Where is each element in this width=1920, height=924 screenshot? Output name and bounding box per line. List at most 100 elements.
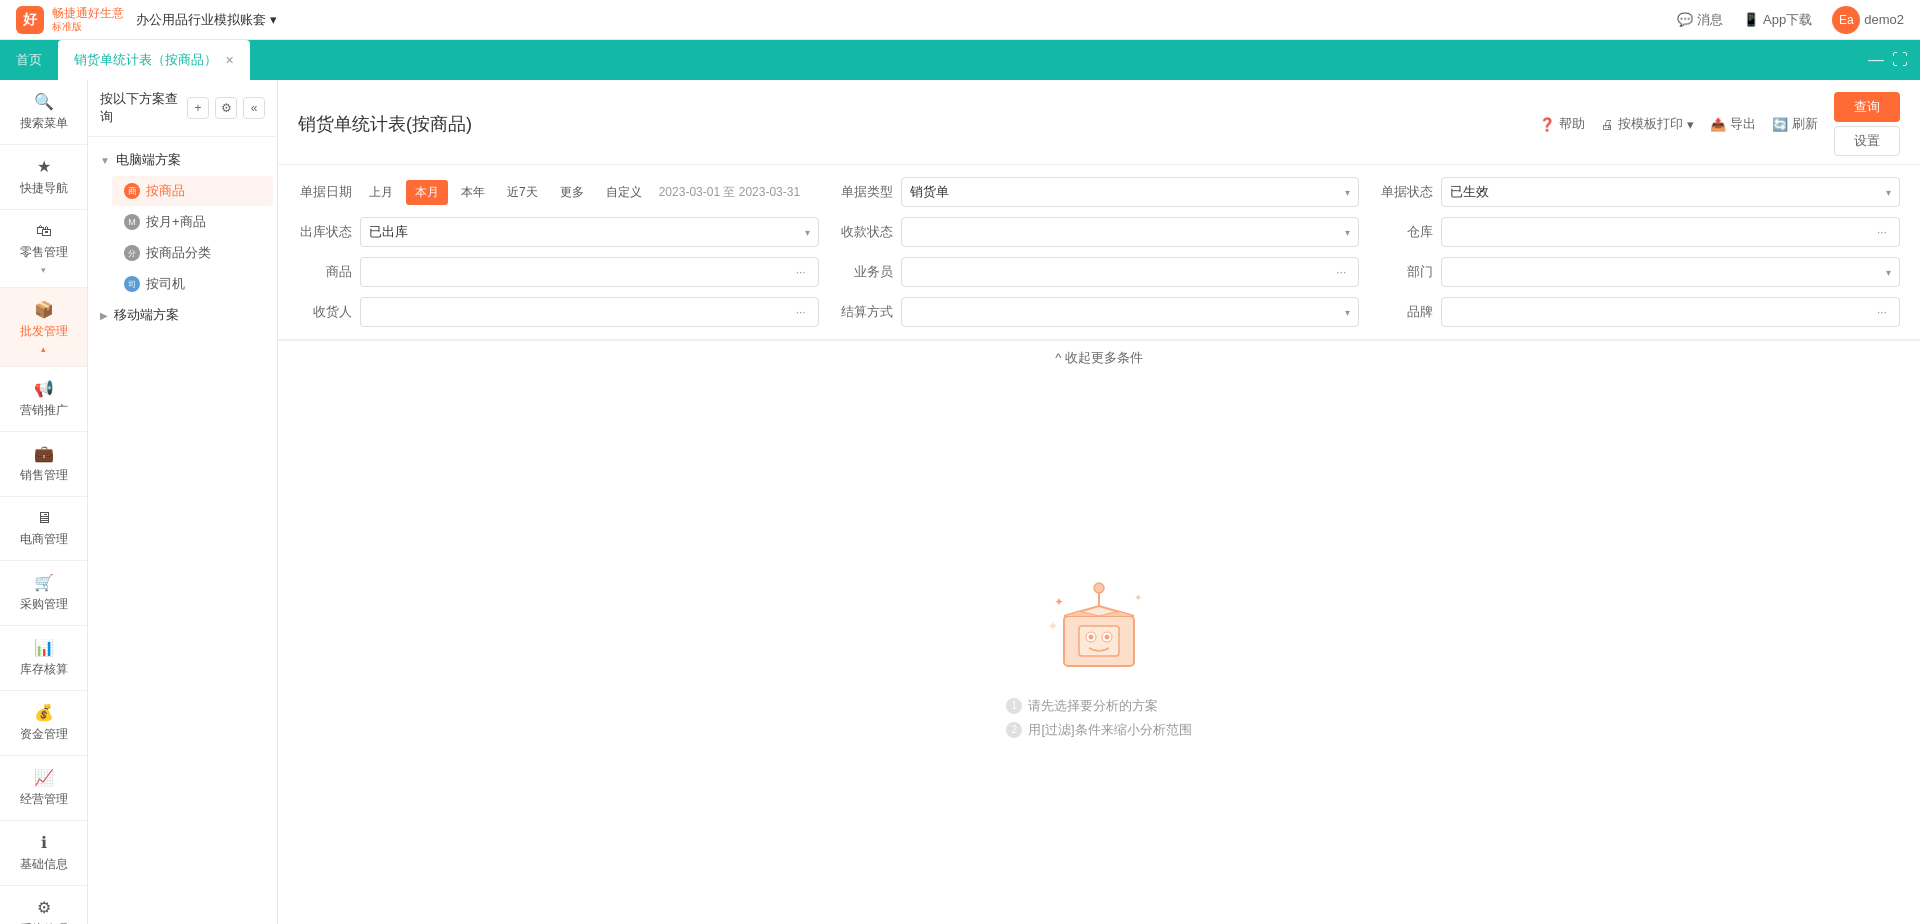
star-icon: ★ [37,157,51,176]
tree-child-by-cashier[interactable]: 司 按司机 [112,269,273,299]
scheme-edit-btn[interactable]: ⚙ [215,97,237,119]
date-btn-custom[interactable]: 自定义 [597,180,651,205]
message-icon: 💬 [1677,12,1693,27]
help-btn[interactable]: ❓ 帮助 [1539,115,1585,133]
sidebar-item-inventory[interactable]: 📊 库存核算 [0,626,87,691]
empty-tips: 1 请先选择要分析的方案 2 用[过滤]条件来缩小分析范围 [1006,697,1191,739]
user-profile-btn[interactable]: Ea demo2 [1832,6,1904,34]
svg-point-4 [1089,634,1094,639]
svg-text:✦: ✦ [1054,595,1064,609]
template-print-btn[interactable]: 🖨 按模板打印 ▾ [1601,115,1694,133]
salesman-more-icon[interactable]: ··· [1332,265,1350,279]
filter-item-goods: 商品 ··· [298,257,819,287]
out-status-arrow-icon: ▾ [805,227,810,238]
receiver-select[interactable]: ··· [360,297,819,327]
tree-child-by-month-goods[interactable]: M 按月+商品 [112,207,273,237]
warehouse-more-icon[interactable]: ··· [1873,225,1891,239]
sidebar-item-finance[interactable]: 💰 资金管理 [0,691,87,756]
empty-state: ✦ ✦ ✦ 1 请先选择要分析的方案 2 用[过滤]条件来缩小分析范围 [278,375,1920,924]
settlement-arrow-icon: ▾ [1345,307,1350,318]
sidebar-item-sales[interactable]: 💼 销售管理 [0,432,87,497]
goods-more-icon[interactable]: ··· [792,265,810,279]
tab-actions: — ⛶ [1856,51,1920,69]
refresh-btn[interactable]: 🔄 刷新 [1772,115,1818,133]
status-select[interactable]: 已生效 ▾ [1441,177,1900,207]
scheme-collapse-btn[interactable]: « [243,97,265,119]
date-btn-last-month[interactable]: 上月 [360,180,402,205]
filter-item-date: 单据日期 上月 本月 本年 近7天 更多 自定义 2023-03-01 至 20… [298,180,819,205]
filter-item-warehouse: 仓库 ··· [1379,217,1900,247]
sidebar-item-basic[interactable]: ℹ 基础信息 [0,821,87,886]
tip-num-1: 1 [1006,698,1022,714]
sidebar-item-wholesale[interactable]: 📦 批发管理 ▴ [0,288,87,367]
marketing-icon: 📢 [34,379,54,398]
retail-icon: 🛍 [36,222,52,240]
brand-more-icon[interactable]: ··· [1873,305,1891,319]
settlement-select[interactable]: ▾ [901,297,1360,327]
sidebar-item-operations[interactable]: 📈 经营管理 [0,756,87,821]
sidebar-item-quick-nav[interactable]: ★ 快捷导航 [0,145,87,210]
tree-parent-mobile[interactable]: ▶ 移动端方案 [88,300,277,330]
filter-row-2: 出库状态 已出库 ▾ 收款状态 ▾ 仓库 [298,217,1900,247]
filter-item-brand: 品牌 ··· [1379,297,1900,327]
receiver-more-icon[interactable]: ··· [792,305,810,319]
refresh-icon: 🔄 [1772,117,1788,132]
receipt-status-select[interactable]: ▾ [901,217,1360,247]
status-select-arrow-icon: ▾ [1886,187,1891,198]
department-select[interactable]: ▾ [1441,257,1900,287]
sidebar-item-purchase[interactable]: 🛒 采购管理 [0,561,87,626]
brand-select[interactable]: ··· [1441,297,1900,327]
operations-icon: 📈 [34,768,54,787]
date-btn-last-7-days[interactable]: 近7天 [498,180,547,205]
filter-item-type: 单据类型 销货单 ▾ [839,177,1360,207]
app-download-btn[interactable]: 📱 App下载 [1743,11,1812,29]
warehouse-select[interactable]: ··· [1441,217,1900,247]
filter-item-out-status: 出库状态 已出库 ▾ [298,217,819,247]
logo-area: 好 畅捷通好生意 标准版 [16,6,124,34]
salesman-select[interactable]: ··· [901,257,1360,287]
date-btn-more[interactable]: 更多 [551,180,593,205]
filter-item-department: 部门 ▾ [1379,257,1900,287]
sidebar-item-marketing[interactable]: 📢 营销推广 [0,367,87,432]
purchase-icon: 🛒 [34,573,54,592]
message-btn[interactable]: 💬 消息 [1677,11,1723,29]
tab-maximize-icon[interactable]: ⛶ [1892,51,1908,69]
scheme-header: 按以下方案查询 + ⚙ « [88,80,277,137]
tab-close-icon[interactable]: ✕ [225,54,234,67]
collapse-bar[interactable]: ^ 收起更多条件 [278,340,1920,375]
export-btn[interactable]: 📤 导出 [1710,115,1756,133]
sidebar-item-retail[interactable]: 🛍 零售管理 ▾ [0,210,87,288]
inventory-icon: 📊 [34,638,54,657]
tree-child-by-category[interactable]: 分 按商品分类 [112,238,273,268]
goods-select[interactable]: ··· [360,257,819,287]
tab-home[interactable]: 首页 [0,40,58,80]
out-status-select[interactable]: 已出库 ▾ [360,217,819,247]
sidebar-item-ecommerce[interactable]: 🖥 电商管理 [0,497,87,561]
filter-item-salesman: 业务员 ··· [839,257,1360,287]
search-icon: 🔍 [34,92,54,111]
scheme-icon-by-category: 分 [124,245,140,261]
date-btn-this-year[interactable]: 本年 [452,180,494,205]
tab-minimize-icon[interactable]: — [1868,51,1884,69]
scheme-icon-by-cashier: 司 [124,276,140,292]
industry-selector[interactable]: 办公用品行业模拟账套 ▾ [136,11,277,29]
filter-area: 单据日期 上月 本月 本年 近7天 更多 自定义 2023-03-01 至 20… [278,165,1920,340]
tip-num-2: 2 [1006,722,1022,738]
filter-row-1: 单据日期 上月 本月 本年 近7天 更多 自定义 2023-03-01 至 20… [298,177,1900,207]
sidebar-item-system[interactable]: ⚙ 系统管理 [0,886,87,924]
tab-sales-stat[interactable]: 销货单统计表（按商品） ✕ [58,40,250,80]
svg-point-7 [1094,583,1104,593]
avatar: Ea [1832,6,1860,34]
tab-bar: 首页 销货单统计表（按商品） ✕ — ⛶ [0,40,1920,80]
date-btn-this-month[interactable]: 本月 [406,180,448,205]
tree-parent-pc[interactable]: ▼ 电脑端方案 [88,145,277,175]
scheme-add-btn[interactable]: + [187,97,209,119]
type-select[interactable]: 销货单 ▾ [901,177,1360,207]
tree-child-by-goods[interactable]: 商 按商品 [112,176,273,206]
type-select-arrow-icon: ▾ [1345,187,1350,198]
query-btn[interactable]: 查询 [1834,92,1900,122]
sidebar: 🔍 搜索菜单 ★ 快捷导航 🛍 零售管理 ▾ 📦 批发管理 ▴ 📢 营销推广 💼… [0,80,88,924]
sidebar-item-search[interactable]: 🔍 搜索菜单 [0,80,87,145]
filter-item-settlement: 结算方式 ▾ [839,297,1360,327]
settings-btn[interactable]: 设置 [1834,126,1900,156]
